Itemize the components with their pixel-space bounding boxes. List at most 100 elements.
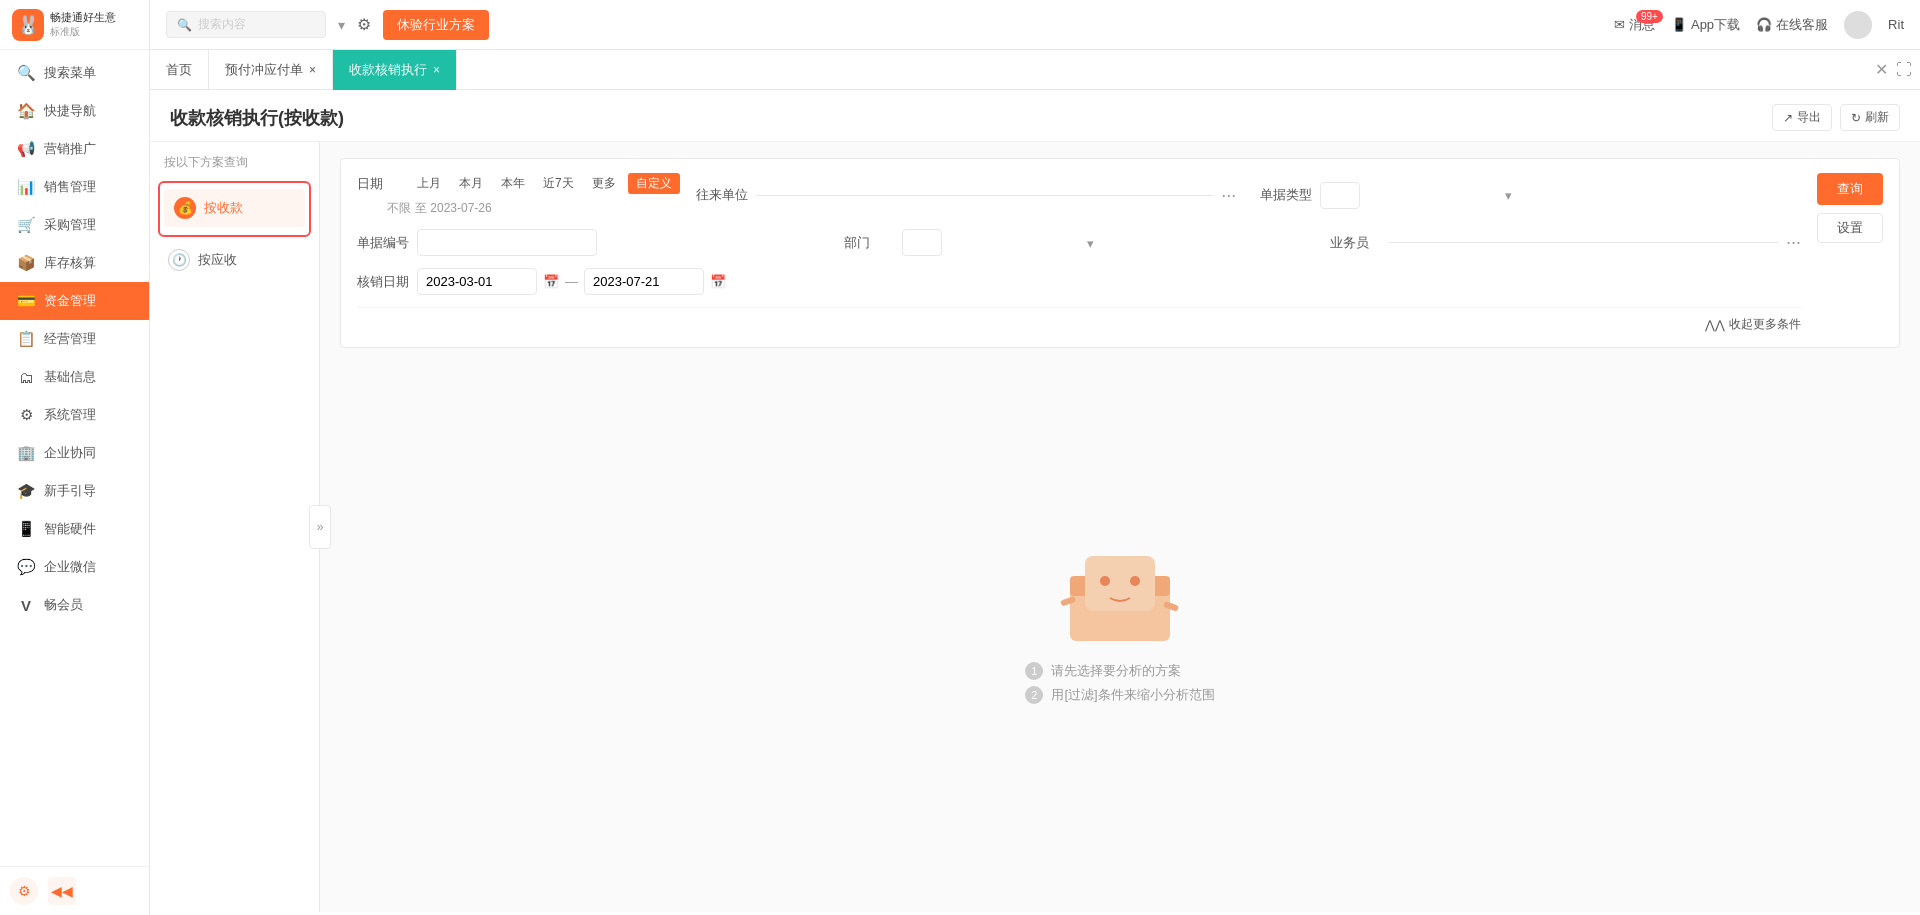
- message-button[interactable]: ✉ 消息 99+: [1614, 16, 1655, 34]
- sidebar-item-label: 智能硬件: [44, 520, 96, 538]
- counterparty-picker-icon[interactable]: ···: [1221, 185, 1236, 206]
- settings-icon[interactable]: ⚙: [10, 877, 38, 905]
- date-btn-last-month[interactable]: 上月: [411, 173, 447, 194]
- refresh-button[interactable]: ↻ 刷新: [1840, 104, 1900, 131]
- export-button[interactable]: ↗ 导出: [1772, 104, 1832, 131]
- app-edition: 标准版: [50, 25, 116, 39]
- verify-date-start-input[interactable]: [417, 268, 537, 295]
- date-btn-more[interactable]: 更多: [586, 173, 622, 194]
- sidebar-item-enterprise[interactable]: 🏢 企业协同: [0, 434, 149, 472]
- doc-num-input[interactable]: [417, 229, 597, 256]
- collapse-more-button[interactable]: ⋀⋀ 收起更多条件: [357, 307, 1801, 333]
- tab-home[interactable]: 首页: [150, 50, 209, 90]
- filter-item-by-receivable[interactable]: 🕐 按应收: [158, 241, 311, 279]
- sidebar-item-label: 采购管理: [44, 216, 96, 234]
- verify-date-range: 📅 — 📅: [417, 268, 726, 295]
- gear-icon[interactable]: ⚙: [357, 15, 371, 34]
- date-btn-7days[interactable]: 近7天: [537, 173, 580, 194]
- doc-type-select[interactable]: [1320, 182, 1360, 209]
- doc-type-field: 单据类型: [1260, 182, 1801, 209]
- tab-collect-close-icon[interactable]: ×: [433, 63, 440, 77]
- chevron-up-icon: ⋀⋀: [1705, 318, 1725, 332]
- refresh-label: 刷新: [1865, 109, 1889, 126]
- username: Rit: [1888, 17, 1904, 32]
- enterprise-icon: 🏢: [16, 444, 36, 462]
- verify-date-end-input[interactable]: [584, 268, 704, 295]
- sidebar-item-basic-info[interactable]: 🗂 基础信息: [0, 358, 149, 396]
- date-to: 至 2023-07-26: [415, 200, 492, 217]
- inventory-icon: 📦: [16, 254, 36, 272]
- tab-collect[interactable]: 收款核销执行 ×: [333, 50, 457, 90]
- verify-date-end-cal-icon[interactable]: 📅: [710, 274, 726, 289]
- date-btn-this-year[interactable]: 本年: [495, 173, 531, 194]
- topbar: 🔍 搜索内容 ▾ ⚙ 休验行业方案 ✉ 消息 99+ 📱 App下载 🎧 在线客…: [150, 0, 1920, 50]
- app-download-button[interactable]: 📱 App下载: [1671, 16, 1740, 34]
- refresh-icon: ↻: [1851, 111, 1861, 125]
- filter-collapse-button[interactable]: »: [309, 505, 331, 549]
- online-service-button[interactable]: 🎧 在线客服: [1756, 16, 1828, 34]
- maximize-icon[interactable]: ⛶: [1896, 61, 1912, 79]
- sidebar-item-operation[interactable]: 📋 经营管理: [0, 320, 149, 358]
- date-btn-this-month[interactable]: 本月: [453, 173, 489, 194]
- sidebar-item-quick-nav[interactable]: 🏠 快捷导航: [0, 92, 149, 130]
- settings-button[interactable]: 设置: [1817, 213, 1883, 243]
- sidebar-item-inventory[interactable]: 📦 库存核算: [0, 244, 149, 282]
- tabbar: 首页 预付冲应付单 × 收款核销执行 × ✕ ⛶: [150, 50, 1920, 90]
- message-badge: 99+: [1636, 10, 1663, 23]
- collapse-more-label: 收起更多条件: [1729, 316, 1801, 333]
- query-form: 日期 上月 本月 本年 近7天 更多 自定义: [357, 173, 1883, 333]
- date-buttons: 上月 本月 本年 近7天 更多 自定义: [411, 173, 680, 194]
- filter-title: 按以下方案查询: [158, 154, 311, 171]
- staff-field: 业务员 ···: [1330, 232, 1801, 253]
- service-icon: 🎧: [1756, 17, 1772, 32]
- tab-collect-label: 收款核销执行: [349, 61, 427, 79]
- sidebar-item-finance[interactable]: 💳 资金管理: [0, 282, 149, 320]
- sidebar-item-marketing[interactable]: 📢 营销推广: [0, 130, 149, 168]
- sidebar-item-vip[interactable]: V 畅会员: [0, 586, 149, 624]
- sidebar-item-label: 畅会员: [44, 596, 83, 614]
- search-placeholder: 搜索内容: [198, 16, 246, 33]
- svg-point-4: [1130, 576, 1140, 586]
- sidebar-item-search[interactable]: 🔍 搜索菜单: [0, 54, 149, 92]
- sidebar-item-label: 库存核算: [44, 254, 96, 272]
- search-icon: 🔍: [177, 18, 192, 32]
- dept-select[interactable]: [902, 229, 942, 256]
- sidebar-item-label: 经营管理: [44, 330, 96, 348]
- query-row-2: 单据编号 部门: [357, 229, 1801, 256]
- expand-icon[interactable]: ▾: [338, 17, 345, 33]
- date-btn-custom[interactable]: 自定义: [628, 173, 680, 194]
- staff-picker-icon[interactable]: ···: [1786, 232, 1801, 253]
- export-label: 导出: [1797, 109, 1821, 126]
- doc-num-field: 单据编号: [357, 229, 828, 256]
- sidebar-item-label: 快捷导航: [44, 102, 96, 120]
- tab-prepay[interactable]: 预付冲应付单 ×: [209, 50, 333, 90]
- counterparty-label: 往来单位: [696, 186, 748, 204]
- verify-date-start-cal-icon[interactable]: 📅: [543, 274, 559, 289]
- query-button[interactable]: 查询: [1817, 173, 1883, 205]
- date-range-separator: —: [565, 274, 578, 289]
- search-input-box[interactable]: 🔍 搜索内容: [166, 11, 326, 38]
- close-tab-icon[interactable]: ✕: [1875, 60, 1888, 79]
- user-avatar[interactable]: [1844, 11, 1872, 39]
- finance-icon: 💳: [16, 292, 36, 310]
- sidebar-item-hardware[interactable]: 📱 智能硬件: [0, 510, 149, 548]
- tab-prepay-label: 预付冲应付单: [225, 61, 303, 79]
- dept-label: 部门: [844, 234, 894, 252]
- app-name: 畅捷通好生意: [50, 10, 116, 24]
- sidebar-collapse-button[interactable]: ◀◀: [48, 877, 76, 905]
- filter-item-by-receipt[interactable]: 💰 按收款: [164, 189, 305, 227]
- sidebar-item-sales[interactable]: 📊 销售管理: [0, 168, 149, 206]
- tab-prepay-close-icon[interactable]: ×: [309, 63, 316, 77]
- industry-solution-button[interactable]: 休验行业方案: [383, 10, 489, 40]
- sidebar-item-guide[interactable]: 🎓 新手引导: [0, 472, 149, 510]
- sidebar-item-wechat[interactable]: 💬 企业微信: [0, 548, 149, 586]
- dept-field: 部门: [844, 229, 1315, 256]
- hardware-icon: 📱: [16, 520, 36, 538]
- tab-home-label: 首页: [166, 61, 192, 79]
- sidebar-item-system[interactable]: ⚙ 系统管理: [0, 396, 149, 434]
- date-label: 日期: [357, 175, 407, 193]
- sidebar-item-label: 基础信息: [44, 368, 96, 386]
- sidebar-item-purchase[interactable]: 🛒 采购管理: [0, 206, 149, 244]
- empty-hints: 1 请先选择要分析的方案 2 用[过滤]条件来缩小分析范围: [1025, 662, 1214, 710]
- staff-label: 业务员: [1330, 234, 1380, 252]
